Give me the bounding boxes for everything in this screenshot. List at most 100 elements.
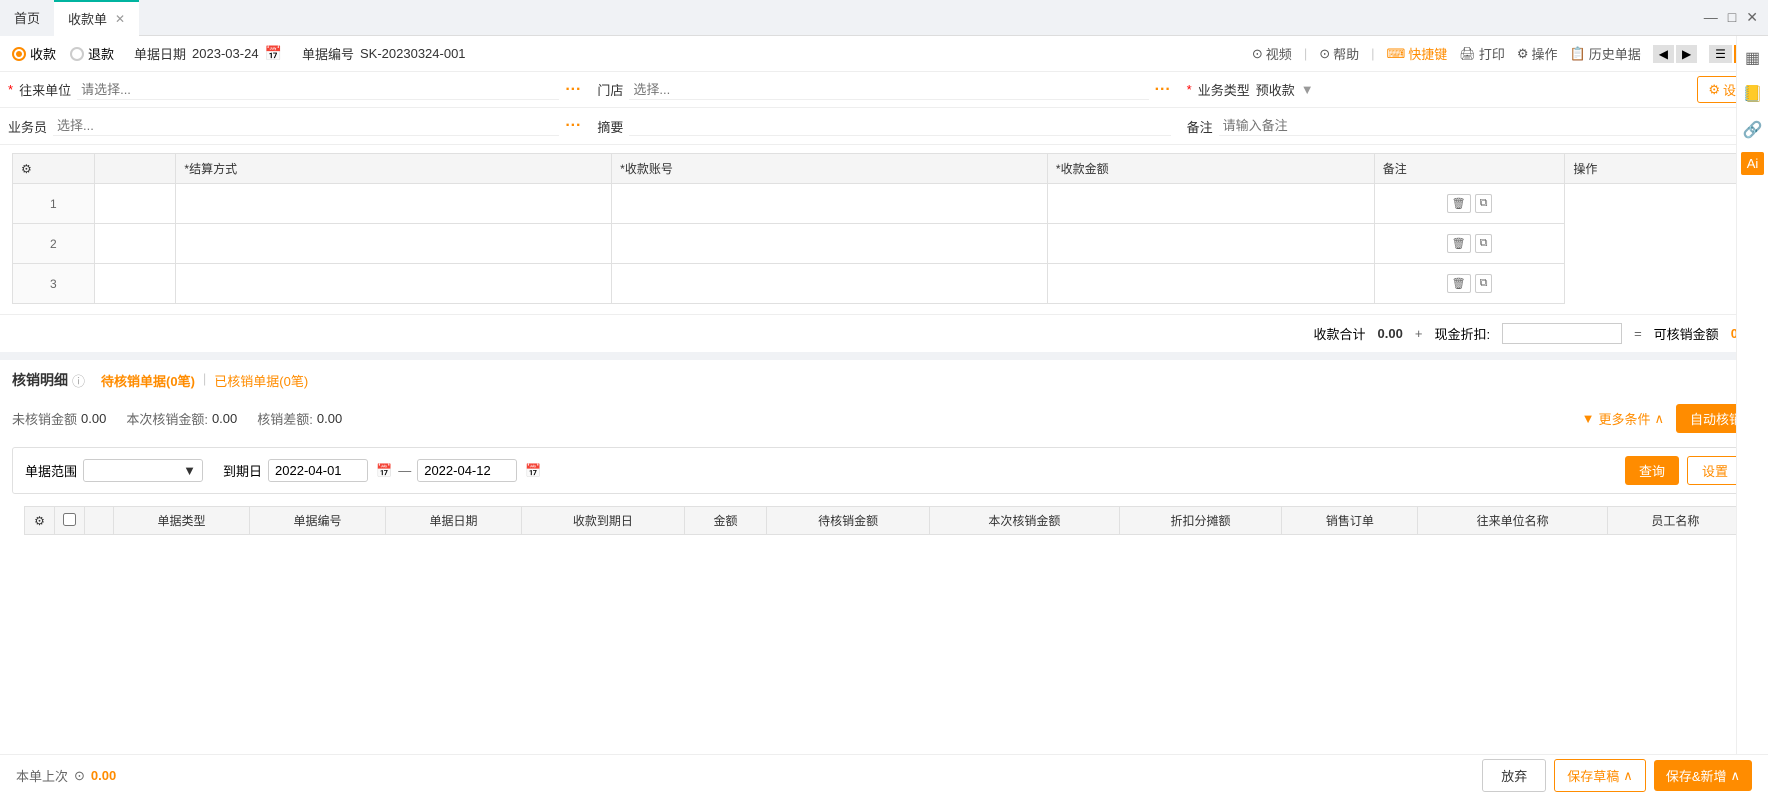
discount-input[interactable] — [1502, 323, 1622, 344]
row-3-remark[interactable] — [1047, 264, 1374, 304]
delete-row-3-btn[interactable]: 🗑 — [1447, 274, 1471, 293]
row-2-account[interactable] — [176, 224, 612, 264]
save-draft-button[interactable]: 保存草稿 ∧ — [1554, 759, 1646, 792]
summary-input[interactable] — [629, 116, 1170, 136]
th-settings[interactable]: ⚙ — [13, 154, 95, 184]
amount-input-2[interactable] — [612, 224, 1047, 263]
staff-input[interactable] — [53, 116, 559, 136]
sidebar-ai-icon[interactable]: Ai — [1741, 152, 1765, 175]
bth-checkbox[interactable] — [55, 507, 85, 535]
sidebar-book-icon[interactable]: 📒 — [1739, 80, 1767, 108]
row-1-remark[interactable] — [1047, 184, 1374, 224]
copy-row-2-btn[interactable]: ⧉ — [1475, 234, 1493, 253]
remark-input-1[interactable] — [1048, 184, 1374, 223]
due-date-end-input[interactable] — [417, 459, 517, 482]
row-2-amount[interactable] — [612, 224, 1048, 264]
account-input-1[interactable] — [176, 184, 611, 223]
due-date-start-calendar-icon[interactable]: 📅 — [376, 463, 392, 479]
bill-no-label: 单据编号 — [302, 44, 354, 63]
counterpart-required: * — [8, 82, 13, 97]
set-btn[interactable]: 设置 — [1687, 456, 1743, 485]
calendar-icon[interactable]: 📅 — [265, 45, 282, 62]
tab-home[interactable]: 首页 — [0, 0, 54, 36]
row-1-amount[interactable] — [612, 184, 1048, 224]
row-1-settlement[interactable] — [94, 184, 176, 224]
remark-input[interactable] — [1219, 116, 1760, 136]
radio-receipt[interactable]: 收款 — [12, 44, 56, 63]
counterpart-input[interactable] — [77, 80, 559, 100]
row-1-account[interactable] — [176, 184, 612, 224]
discount-label: 现金折扣: — [1434, 324, 1490, 343]
shortcut-btn[interactable]: ⌨ 快捷键 — [1387, 44, 1448, 63]
more-conditions-btn[interactable]: ▼ 更多条件 ∧ — [1582, 409, 1664, 428]
bill-no-value[interactable]: SK-20230324-001 — [360, 46, 466, 61]
business-type-dropdown-icon[interactable]: ▼ — [1301, 82, 1314, 97]
pending-tab[interactable]: 待核销单据(0笔) — [97, 371, 199, 390]
remark-field: 备注 — [1179, 112, 1768, 140]
tab-close-icon[interactable]: ✕ — [115, 12, 125, 26]
row-2-settlement[interactable] — [94, 224, 176, 264]
diff-value: 0.00 — [317, 411, 342, 426]
bth-settings[interactable]: ⚙ — [25, 507, 55, 535]
business-type-value[interactable]: 预收款 — [1256, 80, 1295, 99]
select-all-checkbox[interactable] — [63, 513, 76, 526]
sidebar-link-icon[interactable]: 🔗 — [1739, 116, 1767, 144]
copy-row-3-btn[interactable]: ⧉ — [1475, 274, 1493, 293]
delete-row-1-btn[interactable]: 🗑 — [1447, 194, 1471, 213]
history-btn[interactable]: 📋 历史单据 — [1570, 44, 1641, 63]
amount-input-1[interactable] — [612, 184, 1047, 223]
remark-input-2[interactable] — [1048, 224, 1374, 263]
copy-row-1-btn[interactable]: ⧉ — [1475, 194, 1493, 213]
circle-icon: ⊙ — [74, 768, 85, 784]
operation-icon: ⚙ — [1517, 46, 1529, 62]
settlement-input-2[interactable] — [95, 224, 176, 263]
maximize-button[interactable]: □ — [1728, 9, 1736, 26]
due-date-end-calendar-icon[interactable]: 📅 — [525, 463, 541, 479]
list-view-icon[interactable]: ☰ — [1709, 45, 1732, 63]
close-button[interactable]: ✕ — [1746, 9, 1758, 26]
operation-label: 操作 — [1531, 44, 1557, 63]
staff-more-btn[interactable]: ··· — [565, 117, 581, 135]
print-icon: 🖨 — [1459, 46, 1476, 62]
delete-row-2-btn[interactable]: 🗑 — [1447, 234, 1471, 253]
diff-label: 核销差额: — [257, 409, 313, 428]
query-btn[interactable]: 查询 — [1625, 456, 1679, 485]
save-new-button[interactable]: 保存&新增 ∧ — [1654, 760, 1752, 791]
operation-btn[interactable]: ⚙ 操作 — [1517, 44, 1558, 63]
store-more-btn[interactable]: ··· — [1155, 81, 1171, 99]
prev-arrow[interactable]: ◀ — [1653, 45, 1674, 63]
more-conditions-label: 更多条件 — [1598, 409, 1650, 428]
abandon-button[interactable]: 放弃 — [1482, 759, 1546, 792]
sidebar-table-icon[interactable]: ▦ — [1741, 44, 1764, 72]
filter-bar: ▼ 更多条件 ∧ 自动核销 — [1582, 398, 1756, 439]
help-btn[interactable]: ⊙ 帮助 — [1319, 44, 1359, 63]
settlement-input-1[interactable] — [95, 184, 176, 223]
row-3-settlement[interactable] — [94, 264, 176, 304]
unchecked-value: 0.00 — [81, 411, 106, 426]
info-icon[interactable]: ⓘ — [72, 371, 85, 390]
print-btn[interactable]: 🖨 打印 — [1459, 44, 1505, 63]
radio-refund-label: 退款 — [88, 44, 114, 63]
tab-receipt[interactable]: 收款单 ✕ — [54, 0, 139, 36]
row-3-amount[interactable] — [612, 264, 1048, 304]
account-input-2[interactable] — [176, 224, 611, 263]
page-footer: 本单上次 ⊙ 0.00 放弃 保存草稿 ∧ 保存&新增 ∧ — [0, 754, 1768, 796]
bottom-table-section: ⚙ 单据类型 单据编号 单据日期 收款到期日 金额 待核销金额 本次核销金额 折… — [12, 502, 1756, 539]
done-tab[interactable]: 已核销单据(0笔) — [210, 371, 312, 390]
bill-range-select[interactable]: ▼ — [83, 459, 203, 482]
row-3-account[interactable] — [176, 264, 612, 304]
due-date-start-input[interactable] — [268, 459, 368, 482]
radio-refund[interactable]: 退款 — [70, 44, 114, 63]
settlement-input-3[interactable] — [95, 264, 176, 303]
remark-input-3[interactable] — [1048, 264, 1374, 303]
amount-input-3[interactable] — [612, 264, 1047, 303]
video-btn[interactable]: ⊙ 视频 — [1252, 44, 1292, 63]
minimize-button[interactable]: — — [1704, 9, 1718, 26]
account-input-3[interactable] — [176, 264, 611, 303]
row-2-remark[interactable] — [1047, 224, 1374, 264]
bill-date-value[interactable]: 2023-03-24 — [192, 46, 259, 61]
counterpart-more-btn[interactable]: ··· — [565, 81, 581, 99]
bth-current: 待核销金额 — [767, 507, 930, 535]
store-input[interactable] — [629, 80, 1148, 100]
next-arrow[interactable]: ▶ — [1676, 45, 1697, 63]
